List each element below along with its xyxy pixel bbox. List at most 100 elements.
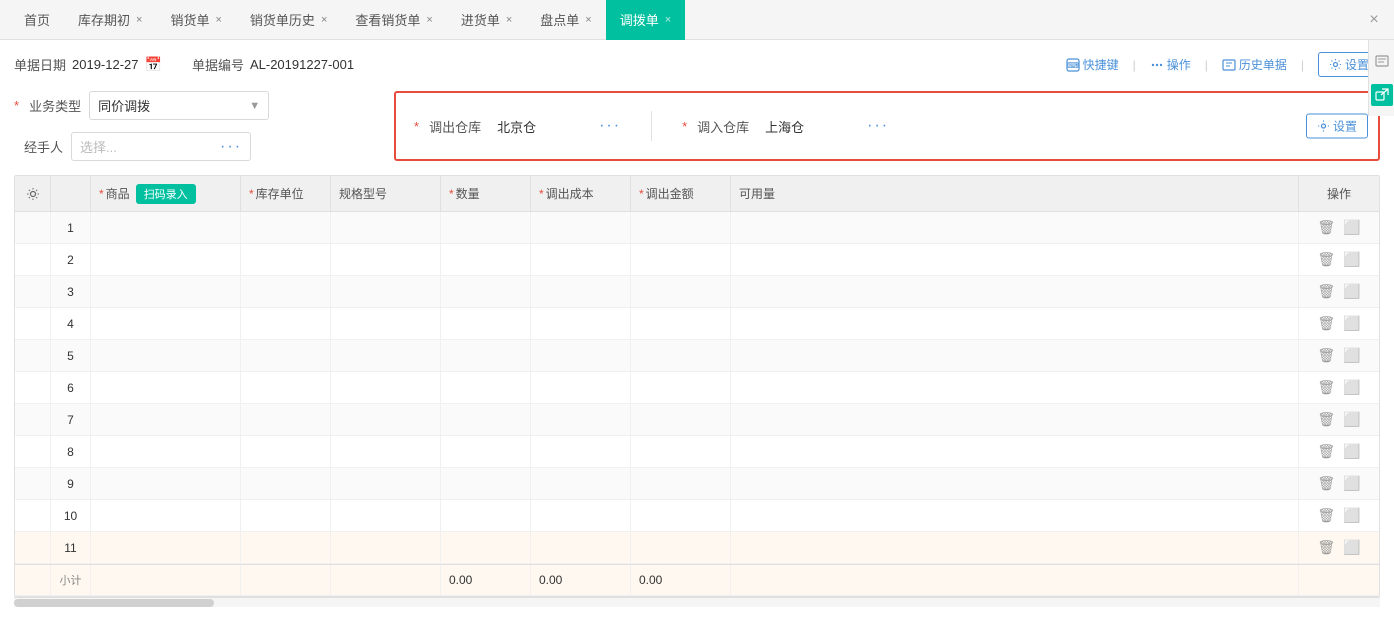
warehouse-divider [651,111,652,141]
td-cost-1[interactable] [531,212,631,243]
tab-inventory-init-close[interactable]: × [136,14,142,26]
th-no [51,176,91,211]
out-warehouse-label: 调出仓库 [429,117,481,136]
in-warehouse-dots[interactable]: ··· [867,117,889,135]
external-link-icon [1375,88,1389,102]
toolbar-right: ⌨ 快捷键 | 操作 | 历史单据 | [1066,52,1380,77]
td-product-1[interactable] [91,212,241,243]
delete-icon-5[interactable]: 🗑 [1317,347,1335,364]
td-unit-2[interactable] [241,244,331,275]
operation-btn[interactable]: 操作 [1150,56,1191,73]
copy-icon-7[interactable]: ⬜ [1343,411,1360,428]
tab-sales-history[interactable]: 销货单历史 × [236,0,341,40]
action-icons-7: 🗑⬜ [1317,411,1360,428]
td-no-1: 1 [51,212,91,243]
tab-transfer-close[interactable]: × [665,14,671,26]
td-qty-1[interactable] [441,212,531,243]
td-avail-2[interactable] [731,244,1299,275]
td-spec-1[interactable] [331,212,441,243]
handler-dots[interactable]: ··· [220,138,242,156]
out-warehouse-dots[interactable]: ··· [599,117,621,135]
delete-icon-9[interactable]: 🗑 [1317,475,1335,492]
td-amount-1[interactable] [631,212,731,243]
in-warehouse-star: * [682,119,687,134]
table-row: 6 🗑⬜ [15,372,1379,404]
sidebar-list-btn[interactable] [1371,50,1393,72]
delete-icon-11[interactable]: 🗑 [1317,539,1335,556]
delete-icon-2[interactable]: 🗑 [1317,251,1335,268]
tab-sales-order-close[interactable]: × [215,14,221,26]
table-header: * 商品 扫码录入 * 库存单位 规格型号 * 数量 [15,176,1379,212]
out-warehouse-star: * [414,119,419,134]
business-type-select[interactable]: 同价调拨 ▼ [89,91,269,120]
scrollbar-area[interactable] [14,597,1380,607]
tab-inventory-check[interactable]: 盘点单 × [526,0,605,40]
tab-purchase-close[interactable]: × [506,14,512,26]
tab-inventory-check-close[interactable]: × [585,14,591,26]
copy-icon-8[interactable]: ⬜ [1343,443,1360,460]
copy-icon-2[interactable]: ⬜ [1343,251,1360,268]
tab-home-label: 首页 [24,10,50,29]
sidebar-external-btn[interactable] [1371,84,1393,106]
copy-icon-1[interactable]: ⬜ [1343,219,1360,236]
history-icon [1222,58,1236,72]
copy-icon-5[interactable]: ⬜ [1343,347,1360,364]
business-type-field: * 业务类型 同价调拨 ▼ [14,91,374,120]
scrollbar-thumb[interactable] [14,599,214,607]
td-amount-2[interactable] [631,244,731,275]
copy-icon-9[interactable]: ⬜ [1343,475,1360,492]
copy-icon-4[interactable]: ⬜ [1343,315,1360,332]
table-settings-icon [26,187,40,201]
out-warehouse-value: 北京仓 [497,117,577,136]
tab-purchase[interactable]: 进货单 × [447,0,526,40]
tab-home[interactable]: 首页 [10,0,64,40]
delete-icon-10[interactable]: 🗑 [1317,507,1335,524]
tab-view-sales[interactable]: 查看销货单 × [341,0,446,40]
history-btn[interactable]: 历史单据 [1222,56,1287,73]
table-row-11: 11 🗑⬜ [15,532,1379,564]
tab-transfer[interactable]: 调拨单 × [606,0,685,40]
copy-icon-6[interactable]: ⬜ [1343,379,1360,396]
tab-inventory-init-label: 库存期初 [78,10,130,29]
operation-label: 操作 [1167,56,1191,73]
subtotal-qty: 0.00 [441,565,531,595]
main-area: 单据日期 2019-12-27 📅 单据编号 AL-20191227-001 ⌨… [0,40,1394,619]
copy-icon-11[interactable]: ⬜ [1343,539,1360,556]
in-warehouse-value: 上海仓 [765,117,845,136]
business-type-star: * [14,98,19,113]
tab-view-sales-label: 查看销货单 [355,10,420,29]
td-product-2[interactable] [91,244,241,275]
td-qty-2[interactable] [441,244,531,275]
copy-icon-10[interactable]: ⬜ [1343,507,1360,524]
tab-inventory-check-label: 盘点单 [540,10,579,29]
table-row: 1 🗑 ⬜ [15,212,1379,244]
warehouse-section: * 调出仓库 北京仓 ··· * 调入仓库 上海仓 ··· [394,91,1380,161]
table-row: 5 🗑⬜ [15,340,1379,372]
tab-inventory-init[interactable]: 库存期初 × [64,0,156,40]
delete-icon-3[interactable]: 🗑 [1317,283,1335,300]
scan-btn[interactable]: 扫码录入 [136,184,196,204]
tab-view-sales-close[interactable]: × [426,14,432,26]
shortcut-btn[interactable]: ⌨ 快捷键 [1066,56,1119,73]
td-cost-2[interactable] [531,244,631,275]
delete-icon-4[interactable]: 🗑 [1317,315,1335,332]
delete-icon-8[interactable]: 🗑 [1317,443,1335,460]
tab-sales-history-label: 销货单历史 [250,10,315,29]
window-close-btn[interactable]: × [1364,10,1384,30]
delete-icon-7[interactable]: 🗑 [1317,411,1335,428]
calendar-icon[interactable]: 📅 [145,56,162,73]
td-unit-1[interactable] [241,212,331,243]
copy-icon-3[interactable]: ⬜ [1343,283,1360,300]
warehouse-settings-button[interactable]: 设置 [1306,114,1368,139]
delete-icon-1[interactable]: 🗑 [1317,219,1335,236]
tab-sales-order[interactable]: 销货单 × [156,0,235,40]
right-sidebar [1368,40,1394,116]
handler-select[interactable]: 选择... ··· [71,132,251,161]
delete-icon-6[interactable]: 🗑 [1317,379,1335,396]
th-action: 操作 [1299,176,1379,211]
settings-label: 设置 [1345,56,1369,73]
tab-sales-history-close[interactable]: × [321,14,327,26]
th-settings[interactable] [15,176,51,211]
td-avail-1[interactable] [731,212,1299,243]
td-spec-2[interactable] [331,244,441,275]
